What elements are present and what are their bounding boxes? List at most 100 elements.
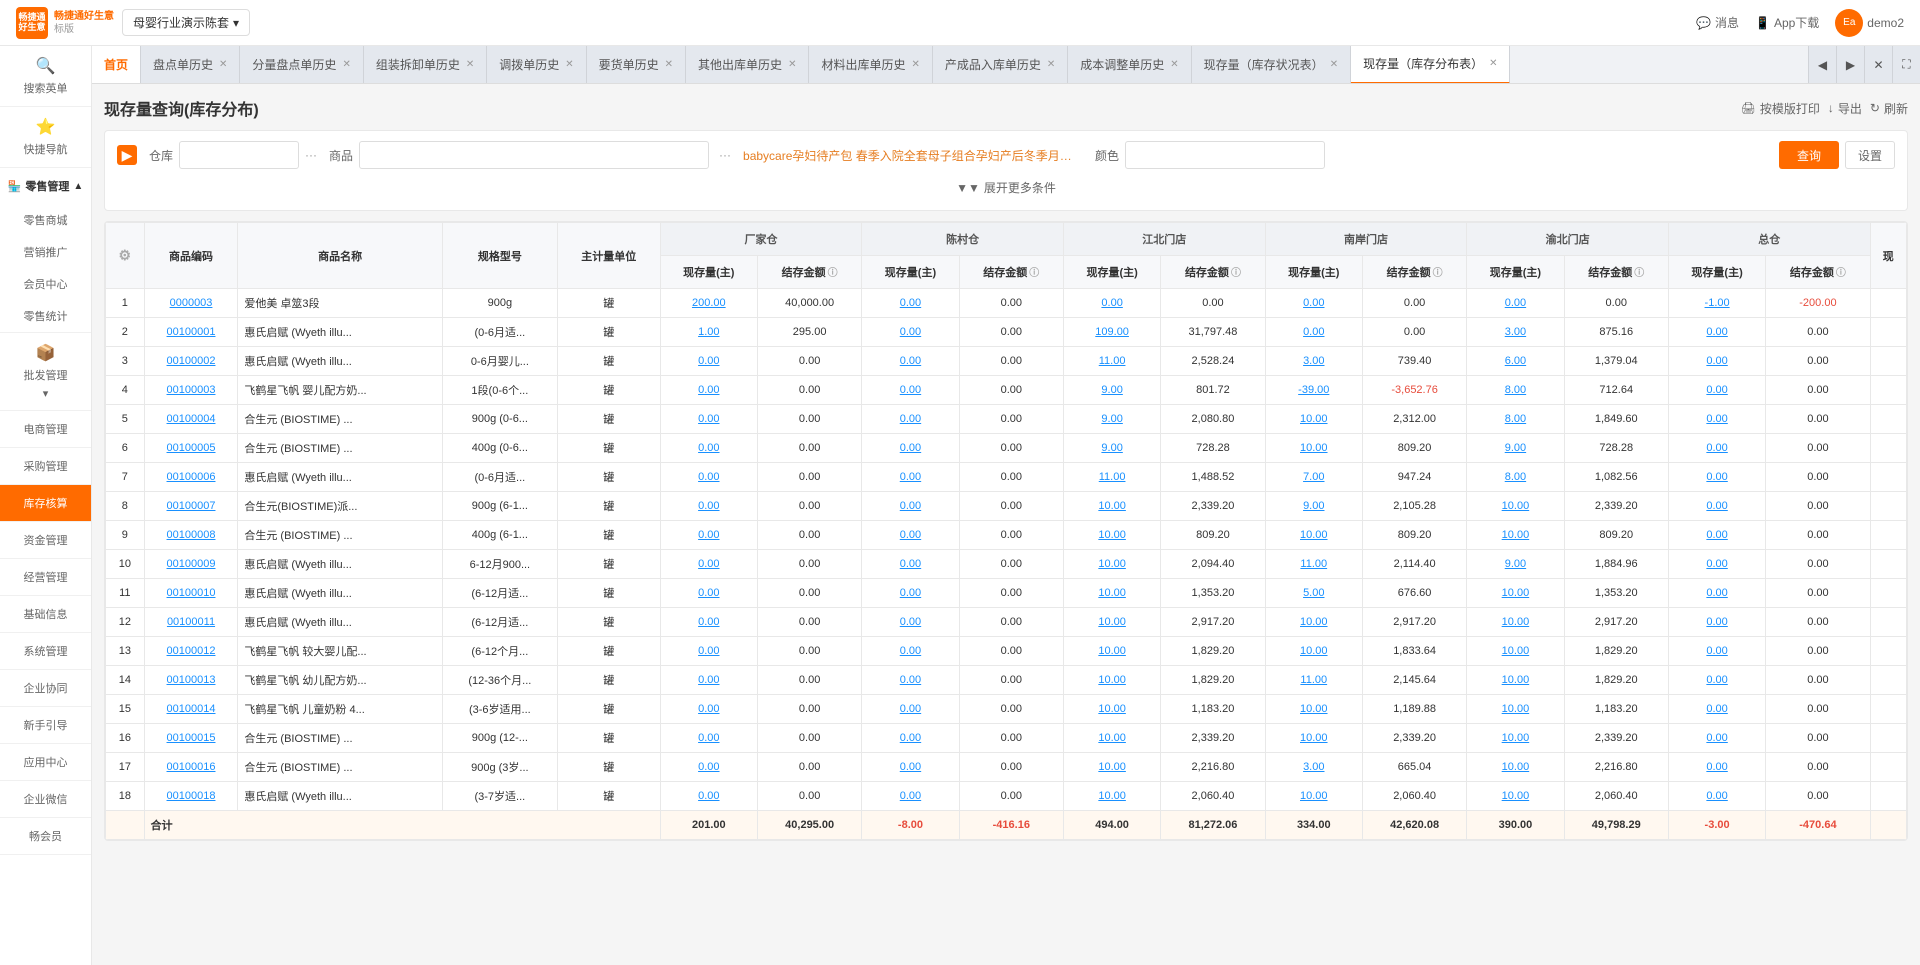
cell-f-stock[interactable]: 0.00 [660, 579, 757, 608]
cell-f-stock[interactable]: 0.00 [660, 666, 757, 695]
cell-code[interactable]: 00100013 [144, 666, 238, 695]
tab-assembly[interactable]: 组装拆卸单历史 ✕ [364, 46, 487, 84]
cell-f-stock[interactable]: 0.00 [660, 463, 757, 492]
tab-close-icon[interactable]: ✕ [1047, 59, 1055, 70]
cell-t-stock[interactable]: 0.00 [1668, 608, 1765, 637]
cell-code[interactable]: 00100004 [144, 405, 238, 434]
tab-close-icon[interactable]: ✕ [788, 59, 796, 70]
cell-yb-stock[interactable]: 10.00 [1467, 637, 1564, 666]
user-profile[interactable]: Ea demo2 [1835, 9, 1904, 37]
cell-c-stock[interactable]: 0.00 [862, 695, 959, 724]
cell-t-stock[interactable]: 0.00 [1668, 753, 1765, 782]
cell-c-stock[interactable]: 0.00 [862, 434, 959, 463]
cell-na-stock[interactable]: 10.00 [1265, 782, 1362, 811]
cell-code[interactable]: 00100015 [144, 724, 238, 753]
setting-button[interactable]: 设置 [1845, 141, 1895, 169]
cell-jb-stock[interactable]: 11.00 [1063, 347, 1160, 376]
cell-code[interactable]: 00100011 [144, 608, 238, 637]
cell-c-stock[interactable]: 0.00 [862, 782, 959, 811]
tab-split-check[interactable]: 分量盘点单历史 ✕ [240, 46, 363, 84]
cell-f-stock[interactable]: 0.00 [660, 782, 757, 811]
sidebar-item-inventory[interactable]: 库存核算 [0, 485, 91, 522]
sidebar-item-member[interactable]: 会员中心 [0, 268, 91, 300]
cell-code[interactable]: 00100008 [144, 521, 238, 550]
cell-code[interactable]: 00100012 [144, 637, 238, 666]
cell-t-stock[interactable]: 0.00 [1668, 405, 1765, 434]
cell-code[interactable]: 00100014 [144, 695, 238, 724]
cell-t-stock[interactable]: 0.00 [1668, 724, 1765, 753]
store-selector[interactable]: 母婴行业演示陈套 ▾ [122, 9, 250, 36]
cell-na-stock[interactable]: 10.00 [1265, 637, 1362, 666]
cell-na-stock[interactable]: 10.00 [1265, 434, 1362, 463]
cell-code[interactable]: 0000003 [144, 289, 238, 318]
cell-na-stock[interactable]: 3.00 [1265, 347, 1362, 376]
cell-jb-stock[interactable]: 10.00 [1063, 753, 1160, 782]
cell-f-stock[interactable]: 0.00 [660, 550, 757, 579]
tab-prev-button[interactable]: ◀ [1808, 46, 1836, 84]
sidebar-item-operation[interactable]: 经营管理 [0, 559, 91, 596]
tab-close-icon[interactable]: ✕ [219, 59, 227, 70]
tab-order[interactable]: 要货单历史 ✕ [587, 46, 686, 84]
sidebar-item-financial[interactable]: 资金管理 [0, 522, 91, 559]
cell-c-stock[interactable]: 0.00 [862, 753, 959, 782]
cell-c-stock[interactable]: 0.00 [862, 550, 959, 579]
tab-material-out[interactable]: 材料出库单历史 ✕ [809, 46, 932, 84]
cell-c-stock[interactable]: 0.00 [862, 463, 959, 492]
sidebar-item-retail-stat[interactable]: 零售统计 [0, 300, 91, 332]
tab-transfer[interactable]: 调拨单历史 ✕ [487, 46, 586, 84]
cell-jb-stock[interactable]: 9.00 [1063, 434, 1160, 463]
cell-jb-stock[interactable]: 10.00 [1063, 637, 1160, 666]
cell-f-stock[interactable]: 0.00 [660, 347, 757, 376]
cell-na-stock[interactable]: 3.00 [1265, 753, 1362, 782]
settings-icon[interactable]: ⚙ [119, 247, 132, 263]
cell-na-stock[interactable]: -39.00 [1265, 376, 1362, 405]
collapse-toggle-button[interactable]: ▶ [117, 145, 137, 165]
cell-t-stock[interactable]: 0.00 [1668, 347, 1765, 376]
cell-jb-stock[interactable]: 9.00 [1063, 405, 1160, 434]
info-icon[interactable]: ⓘ [828, 268, 838, 279]
cell-c-stock[interactable]: 0.00 [862, 608, 959, 637]
cell-yb-stock[interactable]: 8.00 [1467, 405, 1564, 434]
cell-na-stock[interactable]: 0.00 [1265, 318, 1362, 347]
cell-f-stock[interactable]: 0.00 [660, 521, 757, 550]
info-icon[interactable]: ⓘ [1231, 268, 1241, 279]
cell-jb-stock[interactable]: 10.00 [1063, 782, 1160, 811]
cell-c-stock[interactable]: 0.00 [862, 666, 959, 695]
cell-f-stock[interactable]: 0.00 [660, 405, 757, 434]
cell-t-stock[interactable]: 0.00 [1668, 550, 1765, 579]
cell-code[interactable]: 00100003 [144, 376, 238, 405]
cell-yb-stock[interactable]: 0.00 [1467, 289, 1564, 318]
sidebar-item-purchase[interactable]: 采购管理 [0, 448, 91, 485]
sidebar-item-vip[interactable]: 畅会员 [0, 818, 91, 855]
expand-button[interactable]: ▼▼ 展开更多条件 [948, 175, 1064, 200]
cell-c-stock[interactable]: 0.00 [862, 347, 959, 376]
cell-yb-stock[interactable]: 9.00 [1467, 550, 1564, 579]
cell-na-stock[interactable]: 10.00 [1265, 521, 1362, 550]
warehouse-input[interactable] [179, 141, 299, 169]
tab-stock-status[interactable]: 现存量（库存状况表） ✕ [1192, 46, 1351, 84]
cell-t-stock[interactable]: 0.00 [1668, 492, 1765, 521]
tab-close-icon[interactable]: ✕ [1489, 58, 1497, 69]
sidebar-item-retail-shop[interactable]: 零售商城 [0, 204, 91, 236]
cell-na-stock[interactable]: 10.00 [1265, 695, 1362, 724]
cell-f-stock[interactable]: 0.00 [660, 492, 757, 521]
cell-na-stock[interactable]: 9.00 [1265, 492, 1362, 521]
cell-jb-stock[interactable]: 109.00 [1063, 318, 1160, 347]
cell-f-stock[interactable]: 0.00 [660, 637, 757, 666]
tab-close-icon[interactable]: ✕ [1330, 59, 1338, 70]
tab-other-out[interactable]: 其他出库单历史 ✕ [686, 46, 809, 84]
cell-f-stock[interactable]: 200.00 [660, 289, 757, 318]
tab-close-icon[interactable]: ✕ [565, 59, 573, 70]
cell-code[interactable]: 00100002 [144, 347, 238, 376]
app-download-button[interactable]: 📱 App下载 [1755, 14, 1819, 31]
cell-t-stock[interactable]: 0.00 [1668, 637, 1765, 666]
cell-f-stock[interactable]: 0.00 [660, 608, 757, 637]
cell-jb-stock[interactable]: 11.00 [1063, 463, 1160, 492]
sidebar-item-retail[interactable]: 🏪 零售管理 ▲ [0, 168, 91, 204]
product-input[interactable] [359, 141, 709, 169]
cell-na-stock[interactable]: 11.00 [1265, 666, 1362, 695]
cell-code[interactable]: 00100018 [144, 782, 238, 811]
cell-code[interactable]: 00100006 [144, 463, 238, 492]
export-button[interactable]: ↓ 导出 [1828, 100, 1862, 117]
cell-c-stock[interactable]: 0.00 [862, 289, 959, 318]
